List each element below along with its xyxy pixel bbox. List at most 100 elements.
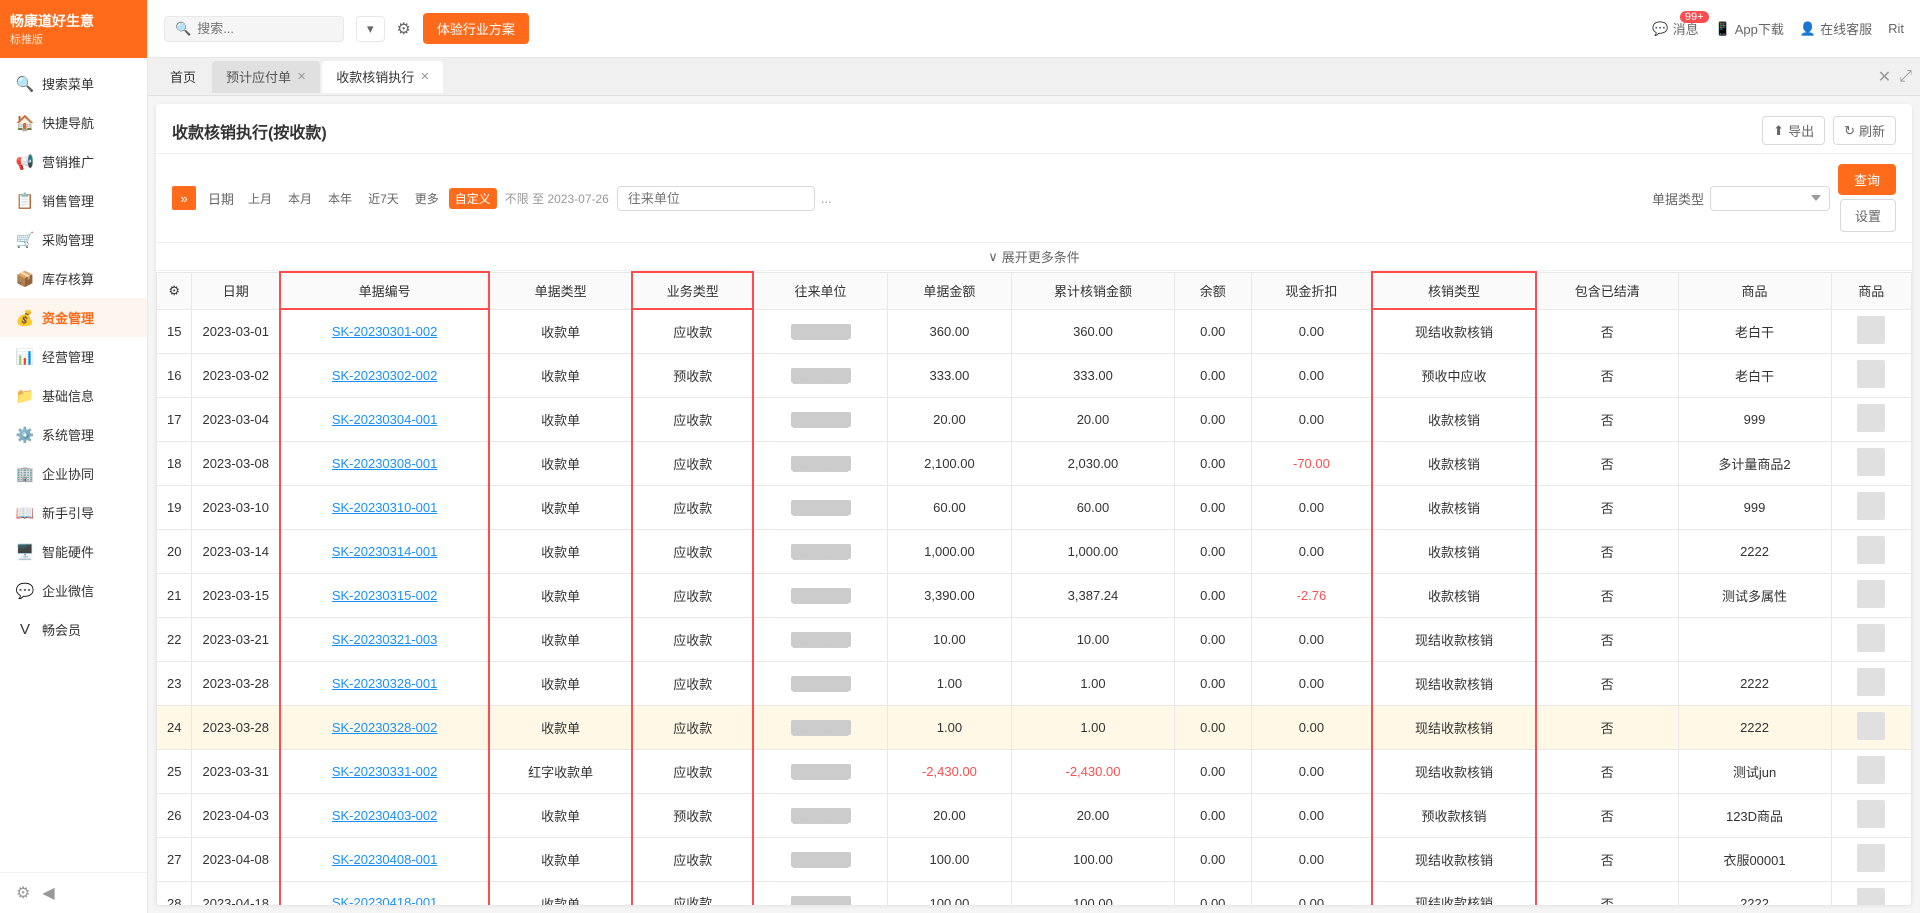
user-button[interactable]: Rit	[1888, 21, 1904, 36]
collapse-icon[interactable]: ◀	[42, 883, 54, 903]
tab-expand-icon[interactable]: ⤢	[1899, 68, 1912, 86]
page-header: 收款核销执行(按收款) ⬆ 导出 ↻ 刷新	[156, 104, 1912, 154]
row-amount: 1.00	[887, 661, 1012, 705]
sidebar-item-finance[interactable]: 💰资金管理	[0, 298, 147, 337]
member-icon: V	[16, 621, 34, 639]
tab-collection-verify[interactable]: 收款核销执行 ✕	[322, 61, 443, 93]
table-row: 17 2023-03-04 SK-20230304-001 收款单 应收款 ██…	[157, 397, 1912, 441]
tab-home-label: 首页	[170, 67, 196, 86]
expand-more-row[interactable]: ∨ 展开更多条件	[156, 243, 1912, 271]
row-docno: SK-20230310-001	[280, 485, 489, 529]
table-row: 23 2023-03-28 SK-20230328-001 收款单 应收款 ██…	[157, 661, 1912, 705]
settings-icon[interactable]: ⚙	[16, 883, 30, 903]
sidebar-item-hardware[interactable]: 🖥️智能硬件	[0, 532, 147, 571]
topbar-dropdown[interactable]: ▾	[356, 16, 385, 42]
app-download-button[interactable]: 📱 App下载	[1715, 19, 1784, 38]
unit-input[interactable]	[617, 186, 815, 211]
row-balance: 0.00	[1174, 529, 1251, 573]
sidebar-item-label: 经营管理	[42, 347, 94, 366]
row-index: 17	[157, 397, 192, 441]
refresh-button[interactable]: ↻ 刷新	[1833, 116, 1896, 145]
row-biztype: 应收款	[632, 705, 753, 749]
app-label: App下载	[1735, 19, 1784, 38]
search-input[interactable]	[197, 21, 317, 36]
tab-home[interactable]: 首页	[156, 61, 210, 93]
row-settled: 否	[1536, 793, 1678, 837]
tab-pending-payment-label: 预计应付单	[226, 67, 291, 86]
row-index: 27	[157, 837, 192, 881]
col-verifytype-header: 核销类型	[1372, 272, 1536, 309]
row-index: 24	[157, 705, 192, 749]
tab-pending-payment-close[interactable]: ✕	[297, 70, 306, 83]
row-biztype: 应收款	[632, 837, 753, 881]
tab-collection-verify-close[interactable]: ✕	[420, 70, 429, 83]
row-doctype: 收款单	[489, 529, 632, 573]
row-goods1: 老白干	[1678, 353, 1831, 397]
row-amount: 20.00	[887, 397, 1012, 441]
row-verifytype: 现结收款核销	[1372, 617, 1536, 661]
sidebar-item-guide[interactable]: 📖新手引导	[0, 493, 147, 532]
sidebar-item-inventory[interactable]: 📦库存核算	[0, 259, 147, 298]
row-goods2	[1831, 397, 1911, 441]
row-verifytype: 收款核销	[1372, 573, 1536, 617]
row-doctype: 收款单	[489, 837, 632, 881]
sidebar-item-purchase[interactable]: 🛒采购管理	[0, 220, 147, 259]
col-gear-header[interactable]: ⚙	[157, 272, 192, 309]
row-doctype: 收款单	[489, 485, 632, 529]
query-button[interactable]: 查询	[1838, 164, 1896, 195]
row-docno: SK-20230314-001	[280, 529, 489, 573]
main-area: 🔍 ▾ ⚙ 体验行业方案 💬 消息 99+ 📱 App下载 👤 在线客服 Rit	[148, 0, 1920, 913]
tab-pending-payment[interactable]: 预计应付单 ✕	[212, 61, 320, 93]
row-balance: 0.00	[1174, 749, 1251, 793]
sidebar-item-system[interactable]: ⚙️系统管理	[0, 415, 147, 454]
date-custom-btn[interactable]: 自定义	[449, 188, 497, 209]
unit-dots[interactable]: ...	[821, 191, 832, 206]
sidebar-item-basic[interactable]: 📁基础信息	[0, 376, 147, 415]
date-this-year-btn[interactable]: 本年	[322, 188, 358, 209]
row-balance: 0.00	[1174, 309, 1251, 353]
gear-icon[interactable]: ⚙	[397, 19, 411, 39]
row-discount: 0.00	[1251, 661, 1372, 705]
row-amount: 1,000.00	[887, 529, 1012, 573]
topbar-right: 💬 消息 99+ 📱 App下载 👤 在线客服 Rit	[1652, 19, 1904, 38]
sidebar-item-wechat[interactable]: 💬企业微信	[0, 571, 147, 610]
message-button[interactable]: 💬 消息 99+	[1652, 19, 1698, 38]
sidebar-item-operations[interactable]: 📊经营管理	[0, 337, 147, 376]
sidebar: 畅康道好生意 标推版 🔍搜索菜单🏠快捷导航📢营销推广📋销售管理🛒采购管理📦库存核…	[0, 0, 148, 913]
row-index: 20	[157, 529, 192, 573]
sidebar-item-member[interactable]: V畅会员	[0, 610, 147, 649]
sidebar-item-search-menu[interactable]: 🔍搜索菜单	[0, 64, 147, 103]
row-biztype: 应收款	[632, 617, 753, 661]
row-goods1	[1678, 617, 1831, 661]
row-date: 2023-04-18	[192, 881, 280, 905]
row-doctype: 收款单	[489, 661, 632, 705]
sidebar-item-quick-nav[interactable]: 🏠快捷导航	[0, 103, 147, 142]
sidebar-item-marketing[interactable]: 📢营销推广	[0, 142, 147, 181]
export-button[interactable]: ⬆ 导出	[1762, 116, 1825, 145]
row-goods1: 测试多属性	[1678, 573, 1831, 617]
topbar-search-box[interactable]: 🔍	[164, 16, 344, 42]
tab-close-icon[interactable]: ✕	[1878, 67, 1891, 87]
row-goods2	[1831, 485, 1911, 529]
finance-icon: 💰	[16, 309, 34, 327]
solution-button[interactable]: 体验行业方案	[423, 13, 529, 44]
date-more-btn[interactable]: 更多	[409, 188, 445, 209]
filter-expand-button[interactable]: »	[172, 186, 196, 210]
expand-chevron-icon: ∨	[988, 249, 998, 265]
topbar: 🔍 ▾ ⚙ 体验行业方案 💬 消息 99+ 📱 App下载 👤 在线客服 Rit	[148, 0, 1920, 58]
user-label: Rit	[1888, 21, 1904, 36]
type-select[interactable]	[1710, 186, 1830, 211]
date-7days-btn[interactable]: 近7天	[362, 188, 405, 209]
date-last-month-btn[interactable]: 上月	[242, 188, 278, 209]
online-service-button[interactable]: 👤 在线客服	[1800, 19, 1872, 38]
sidebar-item-sales[interactable]: 📋销售管理	[0, 181, 147, 220]
row-goods1: 2222	[1678, 881, 1831, 905]
row-docno: SK-20230328-001	[280, 661, 489, 705]
row-amount: 333.00	[887, 353, 1012, 397]
row-index: 26	[157, 793, 192, 837]
date-this-month-btn[interactable]: 本月	[282, 188, 318, 209]
setting-button[interactable]: 设置	[1840, 199, 1896, 232]
page-title: 收款核销执行(按收款)	[172, 119, 327, 143]
sidebar-item-corp[interactable]: 🏢企业协同	[0, 454, 147, 493]
row-verified: 3,387.24	[1012, 573, 1174, 617]
